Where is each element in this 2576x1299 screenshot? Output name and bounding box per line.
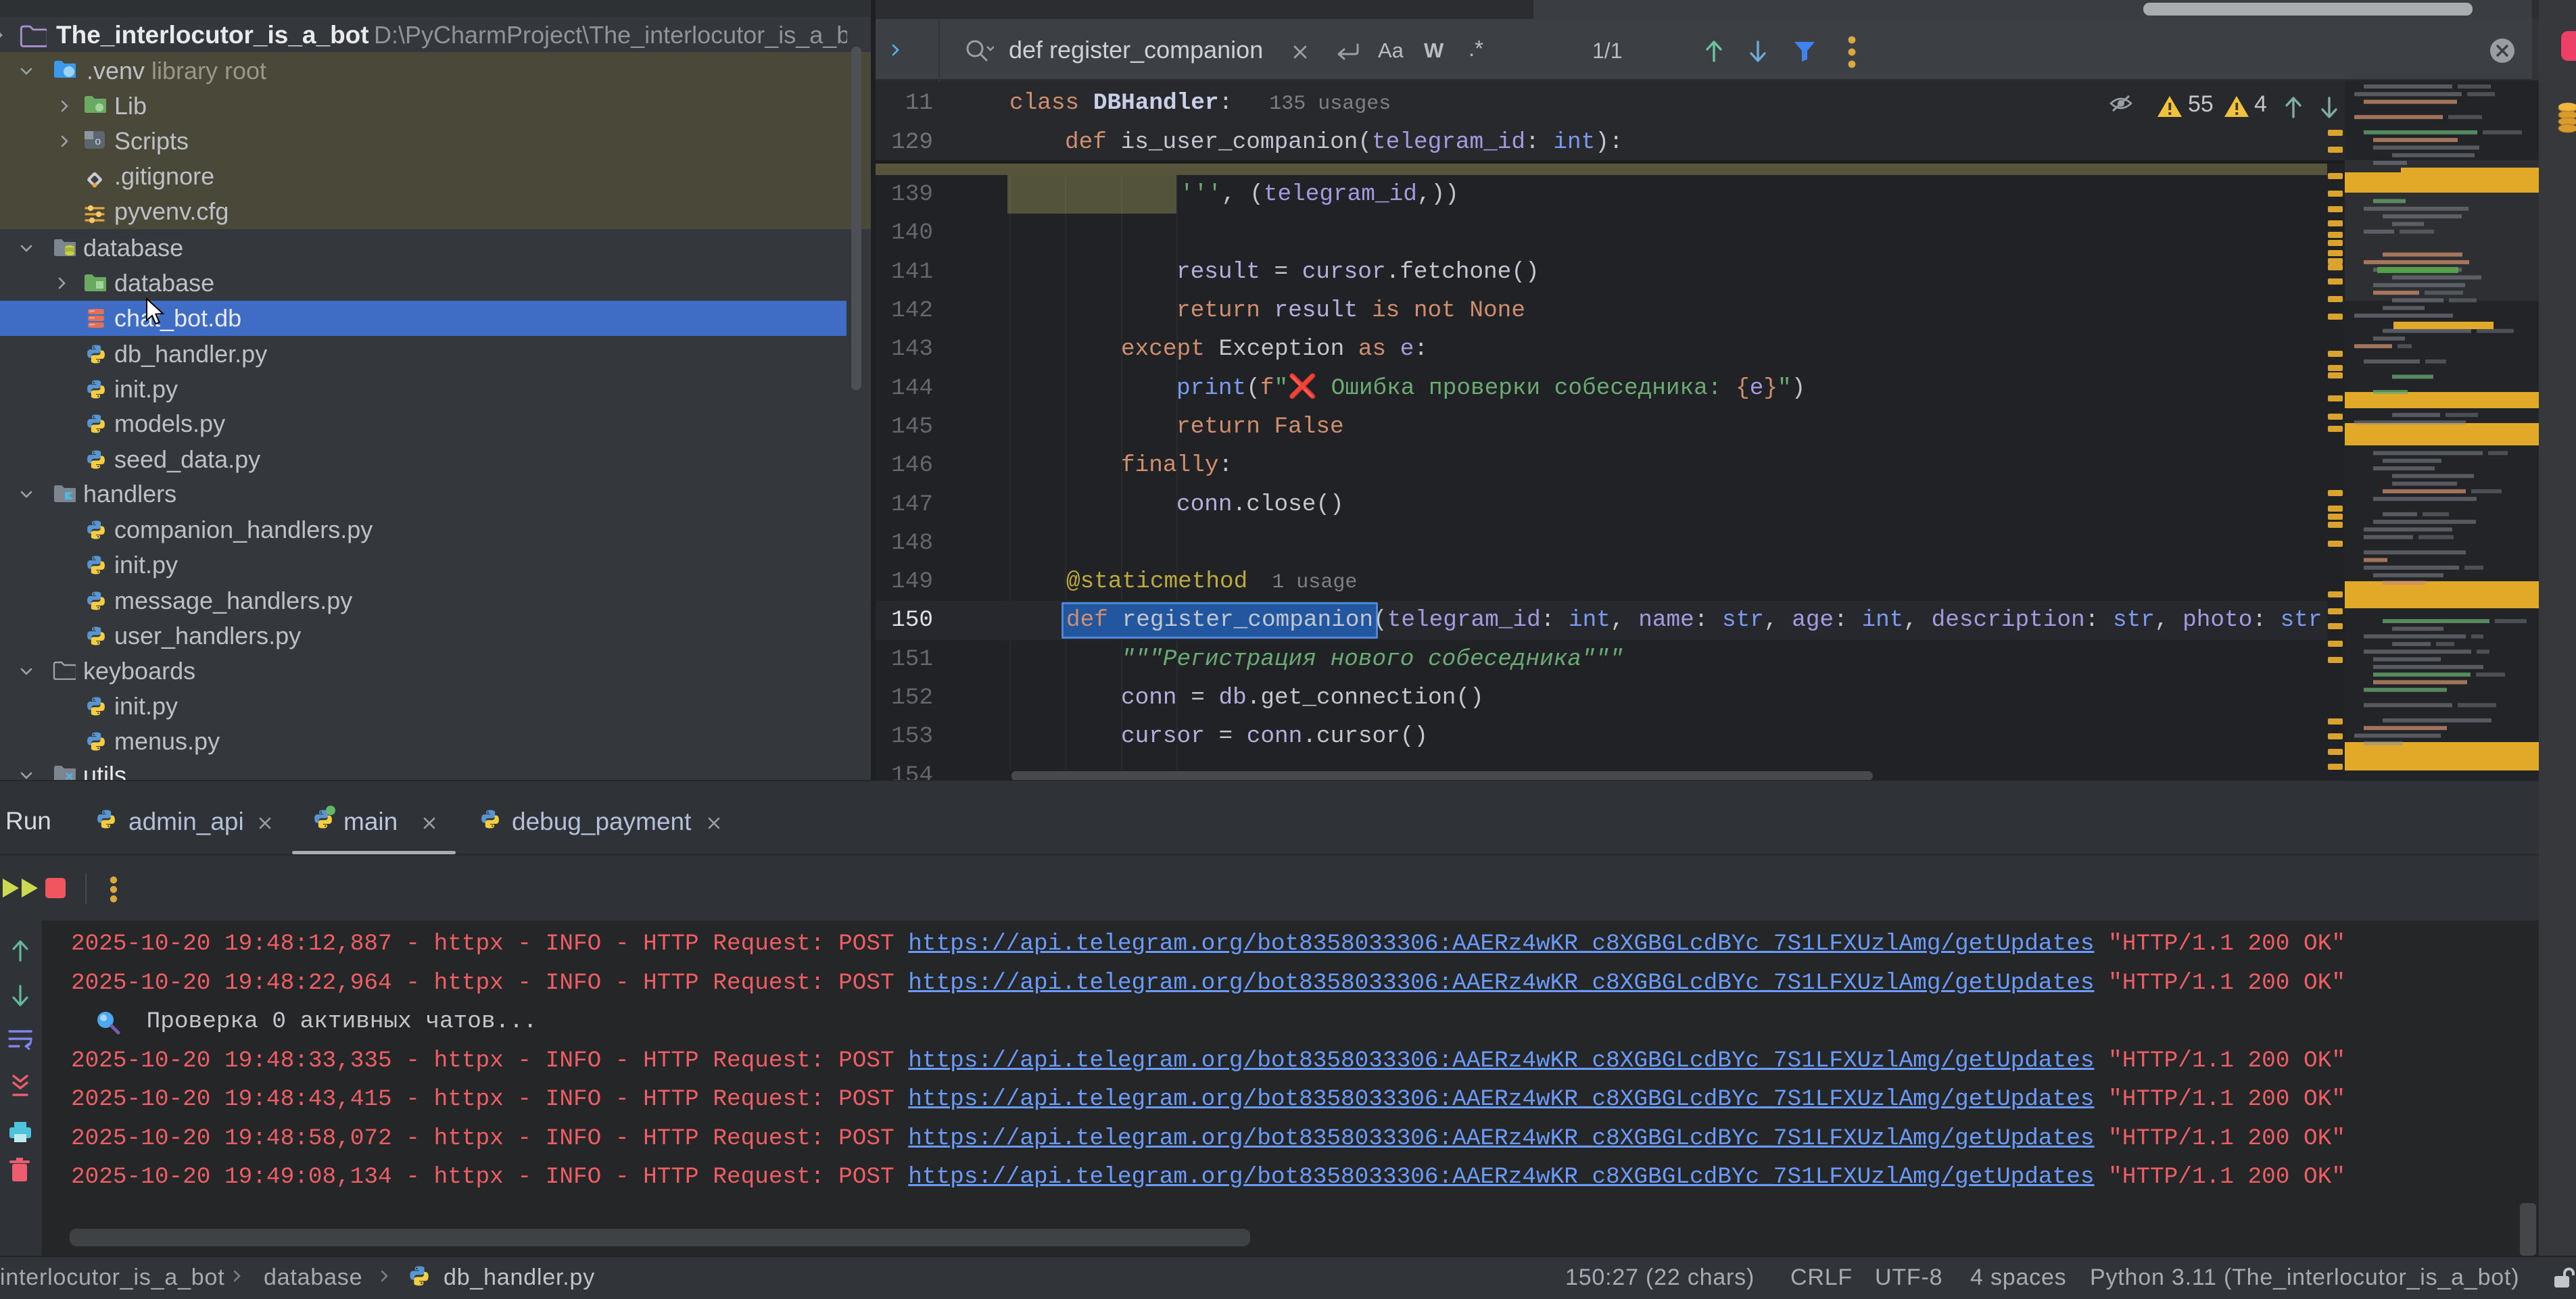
svg-text:o: o [95, 136, 101, 148]
